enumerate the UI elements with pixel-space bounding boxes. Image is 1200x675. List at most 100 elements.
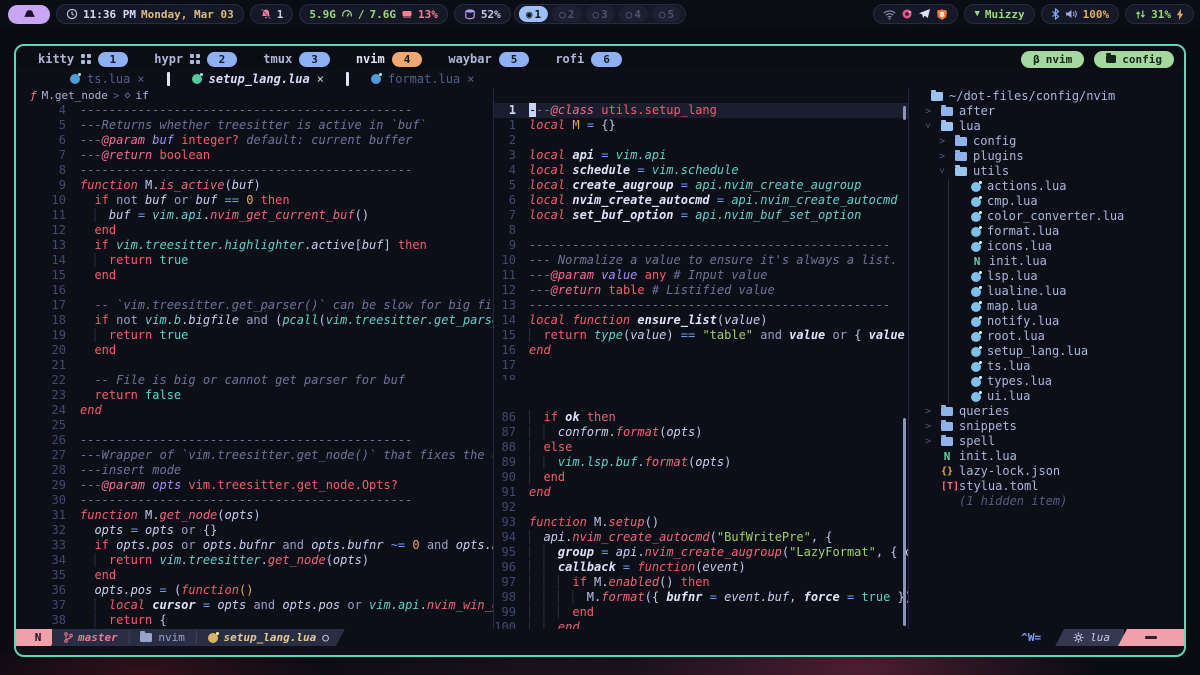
vpn-widget[interactable]: ▼ Muizzy: [964, 4, 1035, 24]
code-text: ---@param value any # Input value: [529, 267, 768, 282]
tree-item-actions.lua[interactable]: actions.lua: [909, 179, 1184, 194]
scrollbar-thumb-top[interactable]: [903, 106, 906, 120]
chevron-icon[interactable]: >: [939, 134, 949, 149]
chevron-icon[interactable]: >: [925, 434, 935, 449]
tree-item-lsp.lua[interactable]: lsp.lua: [909, 269, 1184, 284]
code-pane-midbottom[interactable]: 86 ▏ if ok then 87 ▏ ▏ conform.format(opts)…: [494, 410, 908, 629]
breadcrumb-function: M.get_node: [41, 88, 108, 102]
tree-item-notify.lua[interactable]: notify.lua: [909, 314, 1184, 329]
session-pill-config[interactable]: config: [1094, 50, 1174, 68]
code-line: 91 end: [494, 485, 908, 500]
tree-item-lualine.lua[interactable]: lualine.lua: [909, 284, 1184, 299]
code-text: ▏ return true: [80, 327, 189, 342]
code-text: -- File is big or cannot get parser for …: [80, 372, 406, 387]
line-number: 6: [508, 192, 516, 207]
tree-item-lua[interactable]: ˅ lua: [909, 119, 1184, 134]
audio-widget[interactable]: 100%: [1040, 4, 1120, 24]
nvim-icon: N: [973, 255, 981, 268]
kitty-tab-kitty[interactable]: kitty 1: [38, 51, 129, 67]
close-icon[interactable]: ×: [137, 72, 144, 86]
bluetooth-icon[interactable]: [1051, 8, 1060, 20]
tree-item-after[interactable]: > after: [909, 104, 1184, 119]
lua-icon: [971, 376, 981, 387]
close-icon[interactable]: ×: [317, 72, 324, 86]
tree-item-~/dot-files/config/nvim[interactable]: ~/dot-files/config/nvim: [909, 89, 1184, 104]
workspace-4[interactable]: ○ 4: [618, 6, 648, 22]
tree-item-config[interactable]: > config: [909, 134, 1184, 149]
battery-widget[interactable]: 31%: [1125, 4, 1194, 24]
launcher-button[interactable]: [8, 4, 50, 24]
chevron-icon[interactable]: ˅: [925, 119, 935, 134]
tree-item-icons.lua[interactable]: icons.lua: [909, 239, 1184, 254]
close-icon[interactable]: ×: [467, 72, 474, 86]
disk-widget[interactable]: 52%: [453, 4, 511, 24]
scrollbar-thumb-bottom[interactable]: [903, 418, 906, 626]
tree-item-1hiddenitem[interactable]: (1 hidden item): [909, 494, 1184, 509]
chevron-icon[interactable]: ˅: [939, 164, 949, 179]
line-number: 8: [508, 222, 516, 237]
brave-icon[interactable]: [936, 8, 948, 21]
tree-item-snippets[interactable]: > snippets: [909, 419, 1184, 434]
tree-item-format.lua[interactable]: format.lua: [909, 224, 1184, 239]
chevron-icon[interactable]: >: [925, 404, 935, 419]
kitty-tab-rofi[interactable]: rofi 6: [555, 51, 622, 67]
session-pill-nvim[interactable]: β nvim: [1021, 50, 1085, 68]
code-text: ▏ ▏ group = api.nvim_create_augroup("Laz…: [529, 544, 908, 559]
tree-item-utils[interactable]: ˅ utils: [909, 164, 1184, 179]
kitty-tab-tmux[interactable]: tmux 3: [263, 51, 330, 67]
active-tab-marker: [345, 72, 349, 86]
folder-icon: [1106, 53, 1117, 63]
tray-app-icon[interactable]: [901, 8, 913, 20]
git-branch[interactable]: master: [64, 631, 118, 644]
memory-widget[interactable]: 5.9G / 7.6G 13%: [299, 4, 448, 24]
code-pane-midtop[interactable]: 1 ---@class utils.setup_lang 1 local M = {}…: [494, 102, 908, 380]
code-text: ▏ return true: [80, 252, 189, 267]
buffer-tab-setup_lang.lua[interactable]: setup_lang.lua ×: [178, 72, 338, 86]
tree-item-stylua.toml[interactable]: [T] stylua.toml: [909, 479, 1184, 494]
code-text: end: [80, 402, 102, 417]
code-line: 9 ---------------------------------------…: [494, 238, 908, 253]
tree-item-types.lua[interactable]: types.lua: [909, 374, 1184, 389]
tree-item-lazy-lock.json[interactable]: {} lazy-lock.json: [909, 464, 1184, 479]
code-text: local nvim_create_autocmd = api.nvim_cre…: [529, 192, 898, 207]
tree-item-plugins[interactable]: > plugins: [909, 149, 1184, 164]
notifications-widget[interactable]: 1: [249, 4, 294, 24]
clock-widget[interactable]: 11:36 PM Monday, Mar 03: [56, 4, 244, 24]
tree-item-queries[interactable]: > queries: [909, 404, 1184, 419]
chevron-icon[interactable]: >: [925, 104, 935, 119]
code-pane-left[interactable]: 4 ---------------------------------------…: [16, 103, 493, 629]
kitty-tab-nvim[interactable]: nvim 4: [356, 51, 423, 67]
tree-item-colorconverter.lua[interactable]: color_converter.lua: [909, 209, 1184, 224]
telegram-icon[interactable]: [918, 8, 931, 20]
code-line: 2: [494, 133, 908, 148]
tree-item-init.lua[interactable]: Ninit.lua: [909, 254, 1184, 269]
chevron-icon[interactable]: >: [939, 149, 949, 164]
tree-item-setuplang.lua[interactable]: setup_lang.lua: [909, 344, 1184, 359]
code-line: 12 end: [16, 223, 493, 238]
lua-icon: [70, 74, 80, 84]
disk-percent: 52%: [480, 7, 501, 21]
workspace-1[interactable]: ◉ 1: [518, 6, 549, 22]
workspace-2[interactable]: ○ 2: [552, 6, 582, 22]
tree-item-init.lua[interactable]: Ninit.lua: [909, 449, 1184, 464]
split-gap: [494, 380, 908, 409]
system-tray[interactable]: [873, 4, 959, 24]
kitty-tab-waybar[interactable]: waybar 5: [448, 51, 530, 67]
tree-item-map.lua[interactable]: map.lua: [909, 299, 1184, 314]
tree-item-ui.lua[interactable]: ui.lua: [909, 389, 1184, 404]
kitty-tab-bar: kitty 1 hypr 2 tmux 3 nvim 4 waybar 5 rofi 6 β nvim c…: [16, 46, 1184, 70]
workspace-3[interactable]: ○ 3: [585, 6, 615, 22]
buffer-tab-format.lua[interactable]: format.lua ×: [357, 72, 488, 86]
tree-item-cmp.lua[interactable]: cmp.lua: [909, 194, 1184, 209]
tree-item-root.lua[interactable]: root.lua: [909, 329, 1184, 344]
tree-item-ts.lua[interactable]: ts.lua: [909, 359, 1184, 374]
tree-item-label: types.lua: [987, 374, 1053, 388]
tree-item-spell[interactable]: > spell: [909, 434, 1184, 449]
kitty-tab-hypr[interactable]: hypr 2: [154, 51, 238, 67]
lua-icon: [971, 346, 981, 357]
buffer-tab-ts.lua[interactable]: ts.lua ×: [56, 72, 159, 86]
chevron-icon[interactable]: >: [925, 419, 935, 434]
workspace-5[interactable]: ○ 5: [651, 6, 682, 22]
line-number: 29: [51, 477, 66, 492]
code-line: 28 ---insert mode: [16, 463, 493, 478]
